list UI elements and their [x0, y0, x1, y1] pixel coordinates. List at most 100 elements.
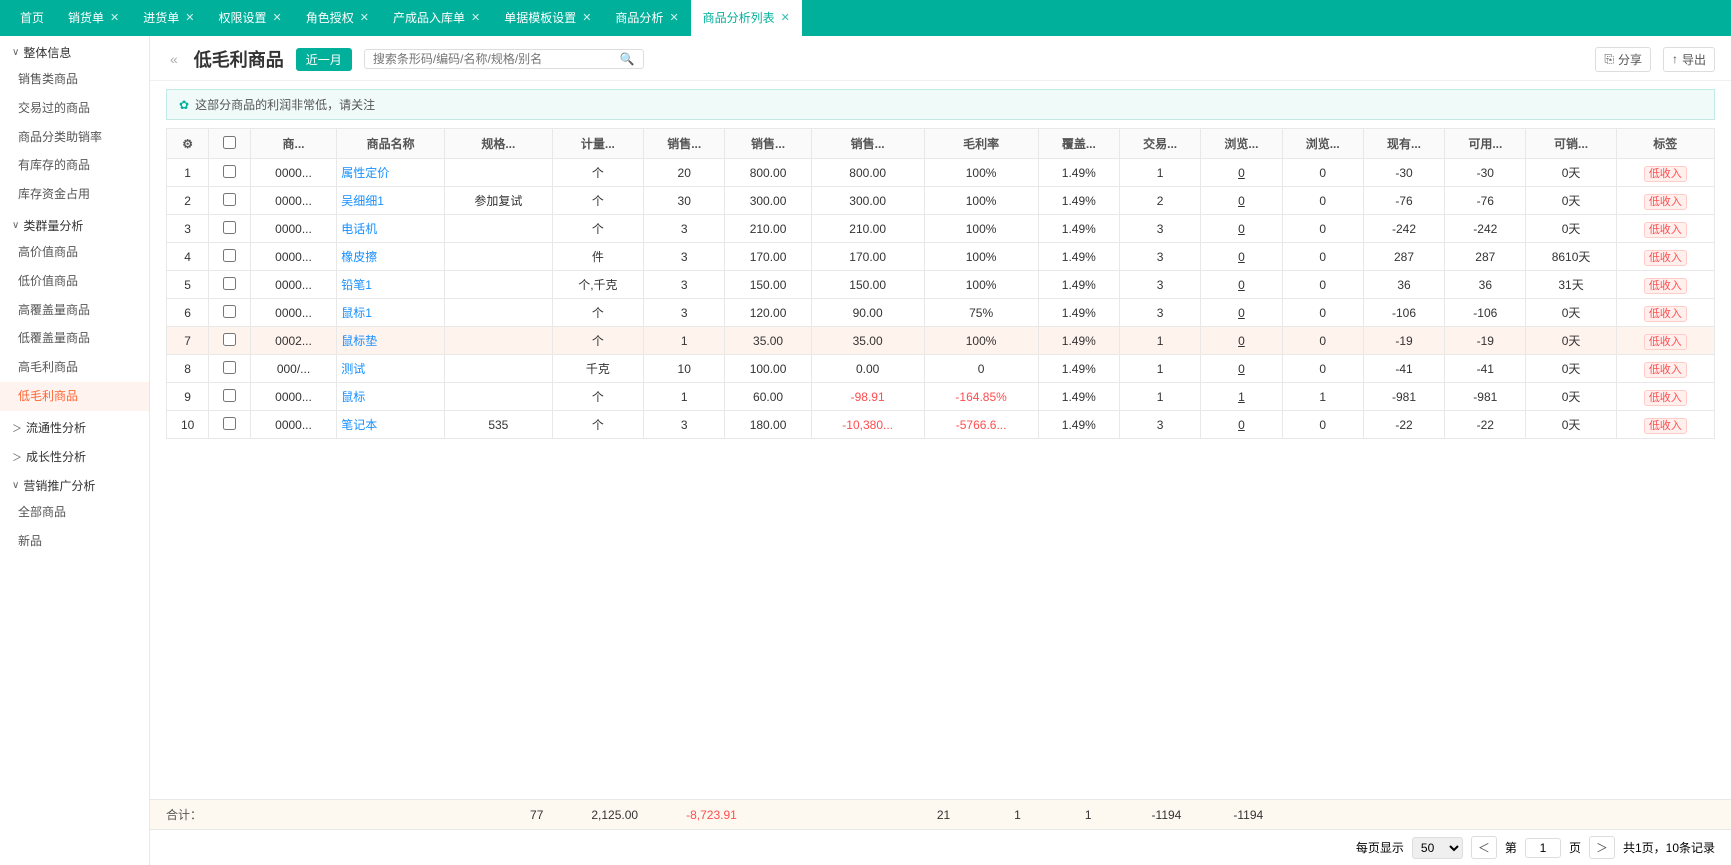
filter-recent-month[interactable]: 近一月: [296, 48, 352, 71]
sidebar-collapse-btn[interactable]: «: [166, 51, 182, 67]
row-select-checkbox[interactable]: [223, 305, 236, 318]
select-all-checkbox[interactable]: [223, 136, 236, 149]
nav-permission[interactable]: 权限设置 ✕: [206, 0, 293, 36]
row-name[interactable]: 吴细细1: [337, 187, 445, 215]
row-name[interactable]: 属性定价: [337, 159, 445, 187]
close-icon[interactable]: ✕: [582, 0, 591, 36]
row-name[interactable]: 鼠标1: [337, 299, 445, 327]
row-traffic1[interactable]: 0: [1201, 411, 1282, 439]
sidebar-item-all-products[interactable]: 全部商品: [0, 498, 149, 527]
row-traffic1[interactable]: 0: [1201, 271, 1282, 299]
row-select-checkbox[interactable]: [223, 165, 236, 178]
row-checkbox[interactable]: [209, 187, 251, 215]
page-number-input[interactable]: [1525, 838, 1561, 858]
row-select-checkbox[interactable]: [223, 361, 236, 374]
col-stock-header[interactable]: 现有...: [1363, 129, 1444, 159]
close-icon[interactable]: ✕: [110, 0, 119, 36]
sidebar-item-low-margin[interactable]: 低毛利商品: [0, 382, 149, 411]
row-checkbox[interactable]: [209, 355, 251, 383]
sidebar-item-category-rate[interactable]: 商品分类助销率: [0, 123, 149, 152]
row-name[interactable]: 鼠标: [337, 383, 445, 411]
sidebar-item-low-coverage[interactable]: 低覆盖量商品: [0, 324, 149, 353]
row-traffic1[interactable]: 0: [1201, 159, 1282, 187]
col-gross-header[interactable]: 覆盖...: [1038, 129, 1119, 159]
row-checkbox[interactable]: [209, 243, 251, 271]
row-select-checkbox[interactable]: [223, 333, 236, 346]
search-input[interactable]: [373, 52, 620, 66]
export-button[interactable]: ↑ 导出: [1663, 47, 1715, 72]
row-traffic1[interactable]: 0: [1201, 187, 1282, 215]
row-select-checkbox[interactable]: [223, 221, 236, 234]
row-traffic1[interactable]: 0: [1201, 299, 1282, 327]
close-icon[interactable]: ✕: [669, 0, 678, 36]
row-checkbox[interactable]: [209, 299, 251, 327]
sidebar-item-stock-capital[interactable]: 库存资金占用: [0, 180, 149, 209]
sidebar-item-high-margin[interactable]: 高毛利商品: [0, 353, 149, 382]
nav-home[interactable]: 首页: [8, 0, 56, 36]
row-name[interactable]: 铅笔1: [337, 271, 445, 299]
row-checkbox[interactable]: [209, 327, 251, 355]
col-checkbox-header[interactable]: [209, 129, 251, 159]
close-icon[interactable]: ✕: [471, 0, 480, 36]
row-checkbox[interactable]: [209, 215, 251, 243]
row-select-checkbox[interactable]: [223, 193, 236, 206]
sidebar-item-in-stock[interactable]: 有库存的商品: [0, 151, 149, 180]
sidebar-section-growth[interactable]: ＞ 成长性分析: [0, 440, 149, 469]
col-qty-header[interactable]: 销售...: [644, 129, 725, 159]
row-name[interactable]: 笔记本: [337, 411, 445, 439]
close-icon[interactable]: ✕: [781, 0, 790, 36]
close-icon[interactable]: ✕: [185, 0, 194, 36]
table-container[interactable]: ⚙ 商... 商品名称 规格... 计量... 销售... 销售... 销售..…: [150, 128, 1731, 799]
sidebar-section-marketing[interactable]: ∨ 营销推广分析: [0, 469, 149, 498]
row-checkbox[interactable]: [209, 383, 251, 411]
row-name[interactable]: 鼠标垫: [337, 327, 445, 355]
sidebar-item-high-value[interactable]: 高价值商品: [0, 238, 149, 267]
row-name[interactable]: 测试: [337, 355, 445, 383]
row-traffic1[interactable]: 0: [1201, 243, 1282, 271]
share-button[interactable]: ⎘ 分享: [1595, 47, 1651, 72]
row-traffic1[interactable]: 0: [1201, 355, 1282, 383]
row-select-checkbox[interactable]: [223, 389, 236, 402]
prev-page-btn[interactable]: ＜: [1471, 836, 1497, 859]
sidebar-section-cluster[interactable]: ∨ 类群量分析: [0, 209, 149, 238]
nav-sales-order[interactable]: 销货单 ✕: [56, 0, 131, 36]
nav-role[interactable]: 角色授权 ✕: [294, 0, 381, 36]
sidebar-item-sales-products[interactable]: 销售类商品: [0, 65, 149, 94]
sidebar-item-new-products[interactable]: 新品: [0, 527, 149, 556]
row-checkbox[interactable]: [209, 411, 251, 439]
nav-product-analysis[interactable]: 商品分析 ✕: [603, 0, 690, 36]
row-checkbox[interactable]: [209, 271, 251, 299]
search-icon[interactable]: 🔍: [620, 52, 635, 66]
sidebar-item-traded[interactable]: 交易过的商品: [0, 94, 149, 123]
col-name-header[interactable]: 商品名称: [337, 129, 445, 159]
col-price-header[interactable]: 销售...: [725, 129, 811, 159]
sidebar-section-overall[interactable]: ∨ 整体信息: [0, 36, 149, 65]
col-margin-header[interactable]: 毛利率: [924, 129, 1038, 159]
row-traffic1[interactable]: 1: [1201, 383, 1282, 411]
row-traffic1[interactable]: 0: [1201, 327, 1282, 355]
sidebar-item-low-value[interactable]: 低价值商品: [0, 267, 149, 296]
row-name[interactable]: 橡皮擦: [337, 243, 445, 271]
sidebar-section-liquidity[interactable]: ＞ 流通性分析: [0, 411, 149, 440]
row-name[interactable]: 电话机: [337, 215, 445, 243]
col-avail-header[interactable]: 可用...: [1445, 129, 1526, 159]
col-unit-header[interactable]: 计量...: [552, 129, 643, 159]
nav-template[interactable]: 单据模板设置 ✕: [492, 0, 603, 36]
nav-product-in[interactable]: 产成品入库单 ✕: [381, 0, 492, 36]
col-tag-header[interactable]: 标签: [1616, 129, 1714, 159]
close-icon[interactable]: ✕: [360, 0, 369, 36]
close-icon[interactable]: ✕: [273, 0, 282, 36]
nav-purchase-order[interactable]: 进货单 ✕: [131, 0, 206, 36]
nav-product-analysis-list[interactable]: 商品分析列表 ✕: [691, 0, 802, 36]
row-select-checkbox[interactable]: [223, 249, 236, 262]
per-page-select[interactable]: 50 100 200: [1412, 837, 1463, 859]
row-select-checkbox[interactable]: [223, 417, 236, 430]
row-checkbox[interactable]: [209, 159, 251, 187]
col-traffic1-header[interactable]: 浏览...: [1201, 129, 1282, 159]
col-days-header[interactable]: 可销...: [1526, 129, 1616, 159]
col-coverage-header[interactable]: 交易...: [1119, 129, 1200, 159]
row-select-checkbox[interactable]: [223, 277, 236, 290]
next-page-btn[interactable]: ＞: [1589, 836, 1615, 859]
col-code-header[interactable]: 商...: [250, 129, 336, 159]
row-traffic1[interactable]: 0: [1201, 215, 1282, 243]
